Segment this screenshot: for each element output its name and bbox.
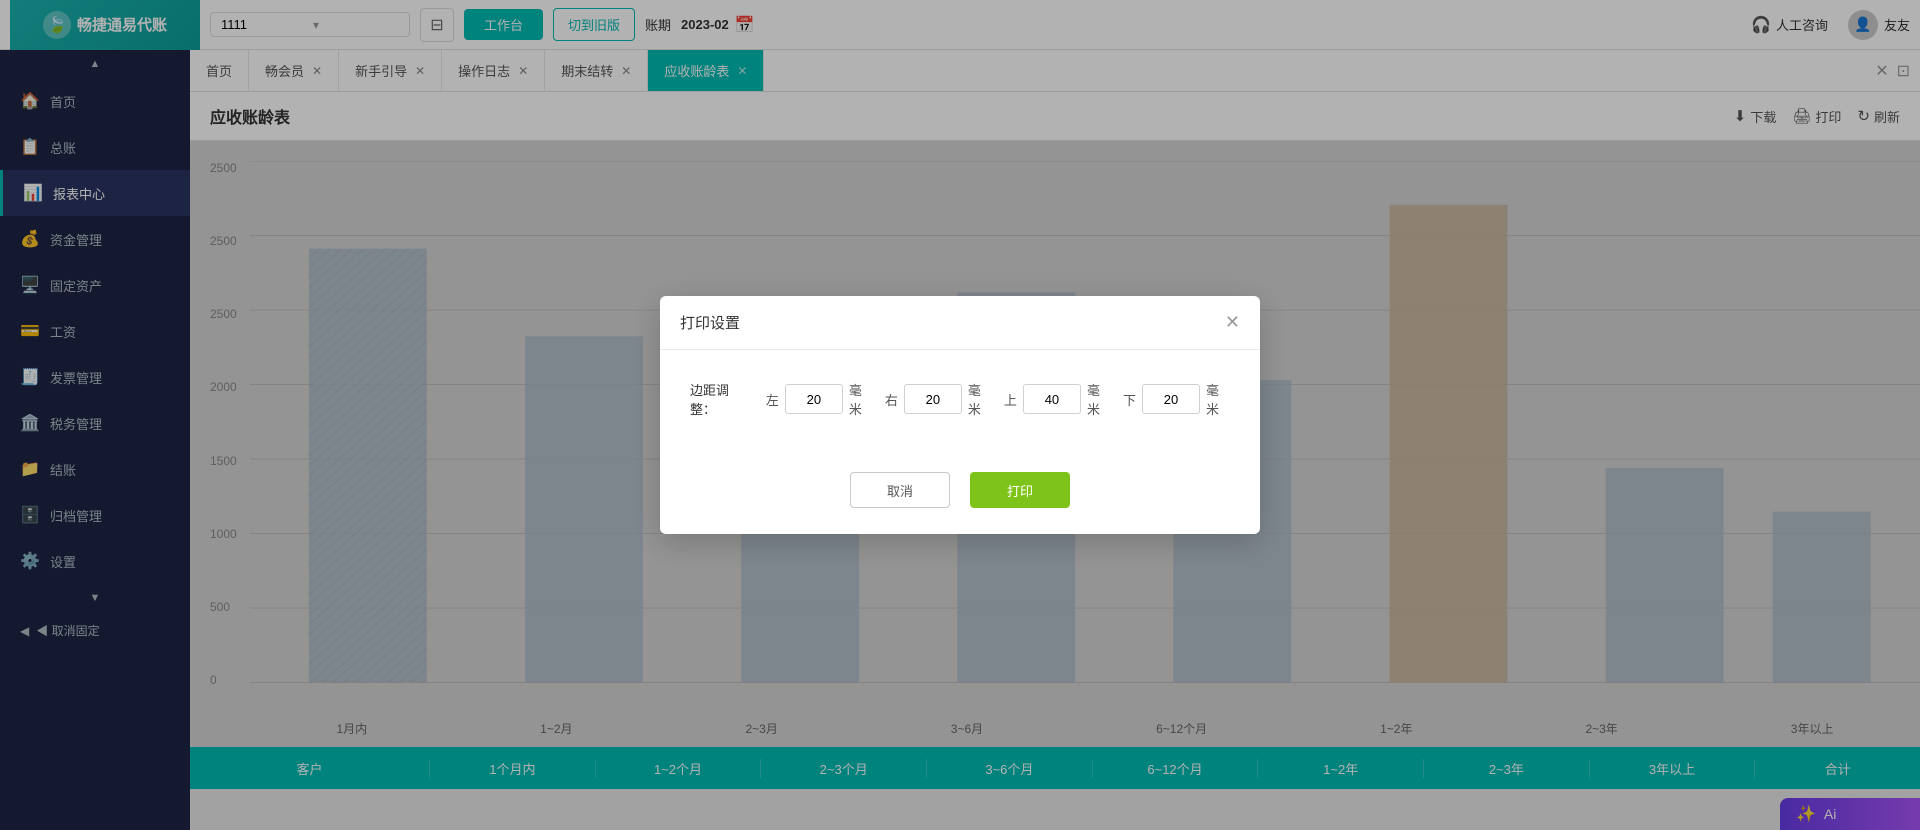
- bottom-margin-input[interactable]: [1142, 384, 1200, 414]
- right-margin-input[interactable]: [904, 384, 962, 414]
- margin-label: 边距调整：: [690, 380, 754, 418]
- left-unit: 毫米: [849, 380, 873, 418]
- left-margin-group: 左 毫米: [766, 380, 873, 418]
- print-settings-modal: 打印设置 ✕ 边距调整： 左 毫米 右 毫米 上 毫米: [660, 296, 1260, 534]
- modal-footer: 取消 打印: [660, 462, 1260, 534]
- top-margin-group: 上 毫米: [1004, 380, 1111, 418]
- bottom-margin-group: 下 毫米: [1123, 380, 1230, 418]
- right-label: 右: [885, 390, 898, 409]
- top-unit: 毫米: [1087, 380, 1111, 418]
- modal-close-button[interactable]: ✕: [1225, 312, 1240, 333]
- bottom-unit: 毫米: [1206, 380, 1230, 418]
- left-margin-input[interactable]: [785, 384, 843, 414]
- modal-title: 打印设置: [680, 312, 740, 333]
- margin-settings-row: 边距调整： 左 毫米 右 毫米 上 毫米 下: [690, 380, 1230, 418]
- top-margin-input[interactable]: [1023, 384, 1081, 414]
- left-label: 左: [766, 390, 779, 409]
- right-unit: 毫米: [968, 380, 992, 418]
- modal-header: 打印设置 ✕: [660, 296, 1260, 350]
- modal-body: 边距调整： 左 毫米 右 毫米 上 毫米 下: [660, 350, 1260, 462]
- cancel-button[interactable]: 取消: [850, 472, 950, 508]
- right-margin-group: 右 毫米: [885, 380, 992, 418]
- bottom-label: 下: [1123, 390, 1136, 409]
- top-label: 上: [1004, 390, 1017, 409]
- modal-overlay: 打印设置 ✕ 边距调整： 左 毫米 右 毫米 上 毫米: [0, 0, 1920, 830]
- print-confirm-button[interactable]: 打印: [970, 472, 1070, 508]
